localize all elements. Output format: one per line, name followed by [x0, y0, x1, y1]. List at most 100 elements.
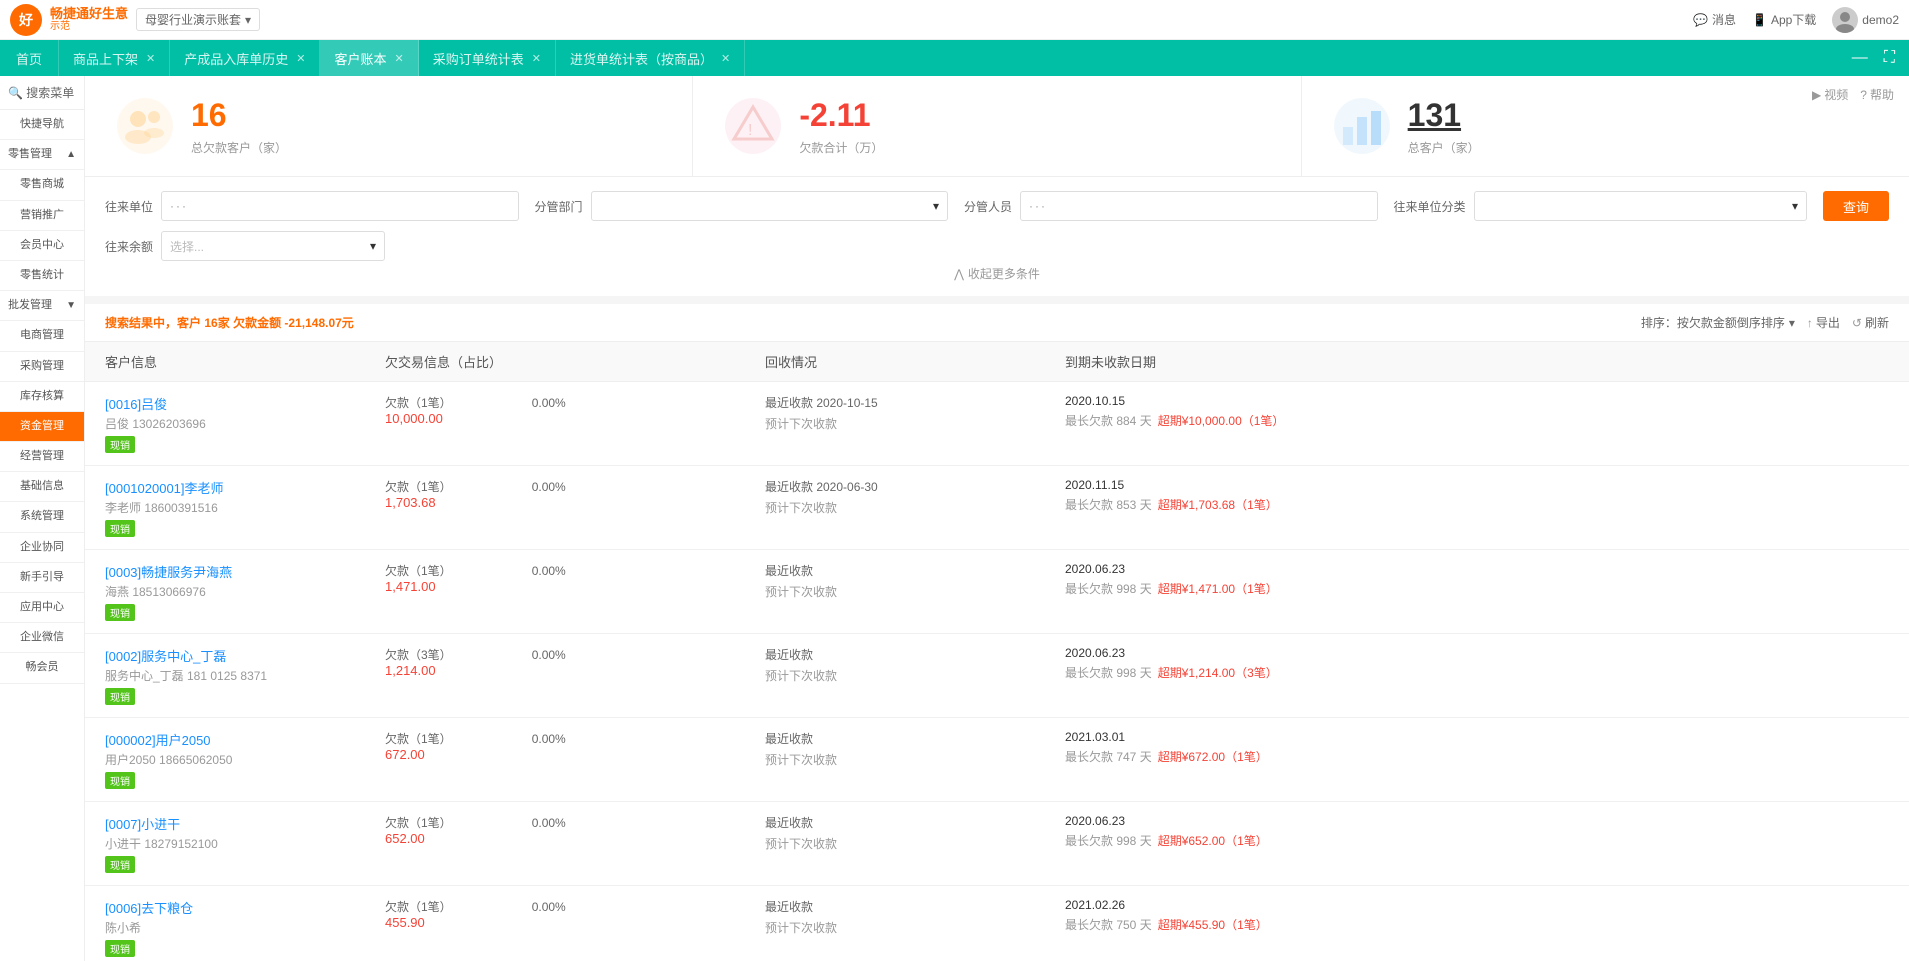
- dept-select[interactable]: ▾: [591, 191, 948, 221]
- sidebar-item-app-center[interactable]: 应用中心: [0, 593, 84, 623]
- debt-amount-4[interactable]: 672.00: [385, 747, 425, 762]
- cell-due-0: 2020.10.15 最长欠款 884 天 超期¥10,000.00（1笔）: [1045, 382, 1909, 466]
- overdue-amount-0[interactable]: 超期¥10,000.00（1笔）: [1158, 412, 1285, 429]
- sidebar-item-ecommerce[interactable]: 电商管理: [0, 321, 84, 351]
- tab-close-icon[interactable]: ✕: [146, 52, 155, 65]
- sidebar-item-batch-mgmt[interactable]: 批发管理 ▼: [0, 291, 84, 321]
- customer-phone-6: 陈小希: [105, 919, 345, 936]
- sidebar-item-marketing[interactable]: 营销推广: [0, 201, 84, 231]
- sidebar-item-corp-wechat[interactable]: 企业微信: [0, 623, 84, 653]
- person-input[interactable]: ···: [1020, 191, 1377, 221]
- table-row: [0003]畅捷服务尹海燕 海燕 18513066976 现销 欠款（1笔） 0…: [85, 550, 1909, 634]
- app-download-btn[interactable]: 📱 App下载: [1752, 11, 1816, 28]
- chevron-down-icon: ▼: [66, 300, 76, 311]
- overdue-amount-4[interactable]: 超期¥672.00（1笔）: [1158, 748, 1268, 765]
- sidebar-item-retail-shop[interactable]: 零售商城: [0, 170, 84, 200]
- table-actions: 排序：按欠款金额倒序排序 ▾ ↑ 导出 ↺ 刷新: [1641, 314, 1889, 331]
- debt-amount-1[interactable]: 1,703.68: [385, 495, 436, 510]
- sidebar-item-enterprise[interactable]: 企业协同: [0, 533, 84, 563]
- customer-name-5[interactable]: [0007]小进干: [105, 817, 180, 832]
- export-btn[interactable]: ↑ 导出: [1807, 314, 1840, 331]
- debt-amount-5[interactable]: 652.00: [385, 831, 425, 846]
- cell-recovery-2: 最近收款 预计下次收款: [745, 550, 1045, 634]
- sidebar-item-purchase[interactable]: 采购管理: [0, 352, 84, 382]
- customer-name-0[interactable]: [0016]吕俊: [105, 397, 167, 412]
- debt-amount-2[interactable]: 1,471.00: [385, 579, 436, 594]
- message-icon: 💬: [1693, 13, 1708, 27]
- tab-product-shelf[interactable]: 商品上下架 ✕: [59, 40, 170, 76]
- sidebar-item-member-vip[interactable]: 畅会员: [0, 653, 84, 683]
- tab-maximize-btn[interactable]: ⛶: [1878, 47, 1901, 69]
- cell-debt-4: 欠款（1笔） 0.00% 672.00: [365, 718, 745, 802]
- customer-phone-1: 李老师 18600391516: [105, 499, 345, 516]
- sidebar-item-finance[interactable]: 资金管理: [0, 412, 84, 442]
- balance-label: 往来余额: [105, 238, 153, 255]
- tab-close-icon[interactable]: ✕: [296, 52, 305, 65]
- next-payment-5: 预计下次收款: [765, 835, 1025, 852]
- tab-instock-stats[interactable]: 进货单统计表（按商品） ✕: [556, 40, 745, 76]
- sidebar-item-retail-stats[interactable]: 零售统计: [0, 261, 84, 291]
- sidebar-item-inventory[interactable]: 库存核算: [0, 382, 84, 412]
- tab-close-icon[interactable]: ✕: [395, 52, 404, 65]
- overdue-amount-2[interactable]: 超期¥1,471.00（1笔）: [1158, 580, 1278, 597]
- customer-name-3[interactable]: [0002]服务中心_丁磊: [105, 649, 226, 664]
- customer-name-4[interactable]: [000002]用户2050: [105, 733, 211, 748]
- tab-bar-end: — ⛶: [1846, 47, 1909, 69]
- overdue-amount-5[interactable]: 超期¥652.00（1笔）: [1158, 832, 1268, 849]
- user-profile[interactable]: demo2: [1832, 7, 1899, 33]
- sidebar-item-basic-info[interactable]: 基础信息: [0, 472, 84, 502]
- filter-row-2: 往来余额 选择... ▾: [105, 231, 1889, 261]
- total-debt-customers-label: 总欠款客户（家）: [191, 139, 287, 156]
- tab-product-instock[interactable]: 产成品入库单历史 ✕: [170, 40, 320, 76]
- debt-ratio-1: 0.00%: [532, 480, 566, 494]
- from-unit-input[interactable]: ···: [161, 191, 518, 221]
- balance-select[interactable]: 选择... ▾: [161, 231, 385, 261]
- sidebar-item-member[interactable]: 会员中心: [0, 231, 84, 261]
- debt-amount-0[interactable]: 10,000.00: [385, 411, 443, 426]
- tab-minimize-btn[interactable]: —: [1846, 47, 1874, 69]
- sidebar-item-ops[interactable]: 经营管理: [0, 442, 84, 472]
- collapse-btn[interactable]: ⋀ 收起更多条件: [105, 261, 1889, 282]
- tab-purchase-order[interactable]: 采购订单统计表 ✕: [419, 40, 556, 76]
- tag-current-0: 现销: [105, 436, 135, 453]
- table-row: [000002]用户2050 用户2050 18665062050 现销 欠款（…: [85, 718, 1909, 802]
- overdue-amount-1[interactable]: 超期¥1,703.68（1笔）: [1158, 496, 1278, 513]
- sidebar-search[interactable]: 🔍 搜索菜单: [0, 76, 84, 110]
- filter-row-1: 往来单位 ··· 分管部门 ▾ 分管人员 ·: [105, 191, 1889, 221]
- customer-phone-0: 吕俊 13026203696: [105, 415, 345, 432]
- next-payment-1: 预计下次收款: [765, 499, 1025, 516]
- sidebar-item-system[interactable]: 系统管理: [0, 502, 84, 532]
- total-debt-customers-num: 16: [191, 96, 287, 134]
- company-selector[interactable]: 母婴行业演示账套 ▾: [136, 8, 260, 31]
- customer-name-2[interactable]: [0003]畅捷服务尹海燕: [105, 565, 232, 580]
- tab-home[interactable]: 首页: [0, 40, 59, 76]
- overdue-days-0: 最长欠款 884 天: [1065, 412, 1152, 429]
- video-help-btn[interactable]: ▶ 视频: [1812, 86, 1848, 103]
- help-btn[interactable]: ? 帮助: [1860, 86, 1894, 103]
- overdue-amount-6[interactable]: 超期¥455.90（1笔）: [1158, 916, 1268, 933]
- tab-close-icon[interactable]: ✕: [721, 52, 730, 65]
- col-due-date: 到期未收款日期: [1045, 342, 1909, 382]
- overdue-amount-3[interactable]: 超期¥1,214.00（3笔）: [1158, 664, 1278, 681]
- debt-amount-6[interactable]: 455.90: [385, 915, 425, 930]
- query-button[interactable]: 查询: [1823, 191, 1889, 221]
- tab-customer-account[interactable]: 客户账本 ✕: [320, 40, 418, 76]
- cell-debt-0: 欠款（1笔） 0.00% 10,000.00: [365, 382, 745, 466]
- sidebar-item-newbie[interactable]: 新手引导: [0, 563, 84, 593]
- tab-close-icon[interactable]: ✕: [532, 52, 541, 65]
- sidebar-item-retail-mgmt[interactable]: 零售管理 ▲: [0, 140, 84, 170]
- summary-info-total: 131 总客户（家）: [1408, 96, 1480, 155]
- customer-name-6[interactable]: [0006]去下粮仓: [105, 901, 193, 916]
- export-icon: ↑: [1807, 316, 1813, 330]
- sidebar: 🔍 搜索菜单 快捷导航 零售管理 ▲ 零售商城 营销推广 会员中心 零售统计 批…: [0, 76, 85, 961]
- sort-select[interactable]: 排序：按欠款金额倒序排序 ▾: [1641, 314, 1795, 331]
- sidebar-item-quicknav[interactable]: 快捷导航: [0, 110, 84, 140]
- cell-due-4: 2021.03.01 最长欠款 747 天 超期¥672.00（1笔）: [1045, 718, 1909, 802]
- customer-name-1[interactable]: [0001020001]李老师: [105, 481, 224, 496]
- filter-unit-type: 往来单位分类 ▾: [1394, 191, 1808, 221]
- debt-amount-3[interactable]: 1,214.00: [385, 663, 436, 678]
- refresh-btn[interactable]: ↺ 刷新: [1852, 314, 1889, 331]
- message-btn[interactable]: 💬 消息: [1693, 11, 1736, 28]
- unit-type-select[interactable]: ▾: [1474, 191, 1807, 221]
- overdue-info-5: 最长欠款 998 天 超期¥652.00（1笔）: [1065, 832, 1889, 849]
